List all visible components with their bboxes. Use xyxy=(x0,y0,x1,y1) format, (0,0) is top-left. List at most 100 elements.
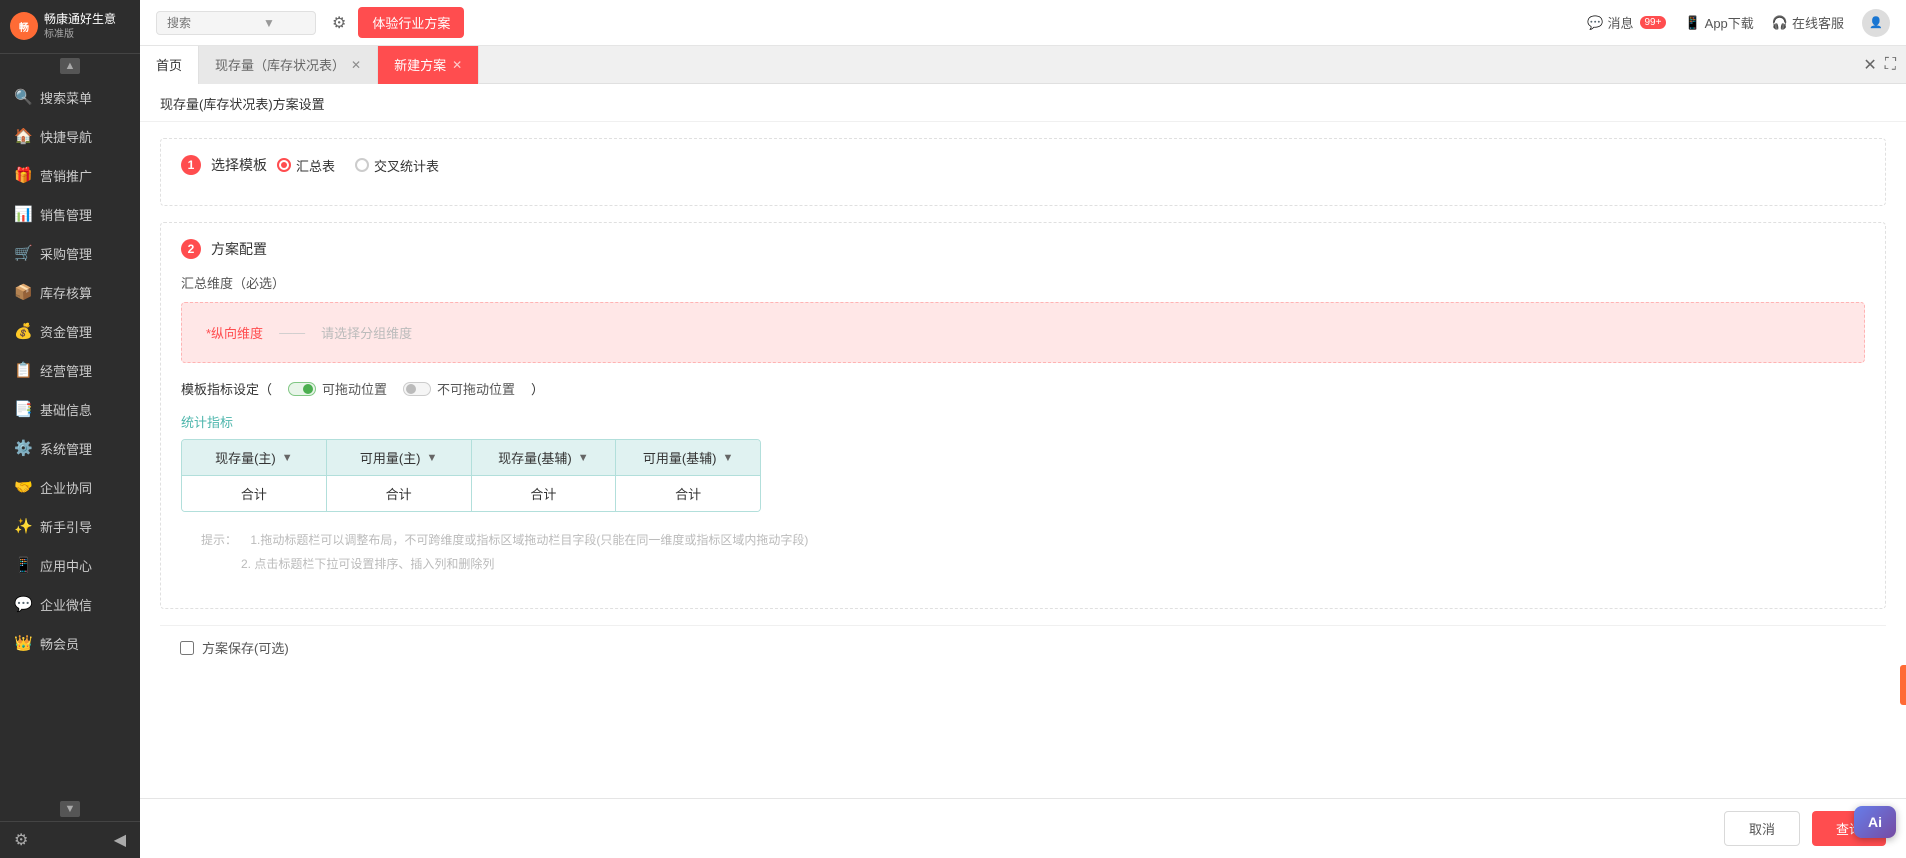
topbar-settings-icon[interactable]: ⚙ xyxy=(332,13,346,33)
step2-header: 2 方案配置 xyxy=(181,239,1865,259)
mobile-icon: 📱 xyxy=(14,556,32,574)
settings-icon[interactable]: ⚙ xyxy=(14,830,28,850)
stats-col-3[interactable]: 现存量(基辅) ▼ xyxy=(472,440,617,475)
chart-icon: 📊 xyxy=(14,205,32,223)
step1-label: 选择模板 xyxy=(211,155,267,175)
app-name: 畅康通好生意 标准版 xyxy=(44,12,116,41)
sidebar-item-operation[interactable]: 📋 经营管理 xyxy=(0,351,140,390)
dimension-row: *纵向维度 —— 请选择分组维度 xyxy=(206,323,1840,342)
sidebar-item-search[interactable]: 🔍 搜索菜单 xyxy=(0,78,140,117)
save-checkbox[interactable] xyxy=(180,641,194,655)
sidebar-scroll-up-btn[interactable]: ▲ xyxy=(60,58,80,74)
messages-item[interactable]: 💬 消息 99+ xyxy=(1587,13,1666,32)
sidebar-item-finance[interactable]: 💰 资金管理 xyxy=(0,312,140,351)
dimension-dash: —— xyxy=(279,325,305,340)
stats-cell-1-2: 合计 xyxy=(327,476,472,511)
sidebar-item-system[interactable]: ⚙️ 系统管理 xyxy=(0,429,140,468)
sidebar-item-agreement-label: 企业协同 xyxy=(40,478,92,497)
draggable-label: 可拖动位置 xyxy=(322,379,387,398)
tips-section: 提示： 1.拖动标题栏可以调整布局，不可跨维度或指标区域拖动栏目字段(只能在同一… xyxy=(181,512,1865,592)
app-logo-icon: 畅 xyxy=(10,12,38,40)
message-icon: 💬 xyxy=(1587,15,1603,31)
stats-col-4-label: 可用量(基辅) xyxy=(643,448,717,467)
tab-new-scheme[interactable]: 新建方案 ✕ xyxy=(378,46,479,84)
stats-col-3-dropdown-icon[interactable]: ▼ xyxy=(578,452,589,464)
toggle-group: 模板指标设定（ 可拖动位置 不可拖动位置 xyxy=(181,379,1865,398)
online-service-label: 在线客服 xyxy=(1792,13,1844,32)
sidebar-item-marketing[interactable]: 🎁 营销推广 xyxy=(0,156,140,195)
sidebar-scroll-down-area: ▼ xyxy=(0,797,140,821)
online-service-item[interactable]: 🎧 在线客服 xyxy=(1772,13,1844,32)
sidebar-scroll-down-btn[interactable]: ▼ xyxy=(60,801,80,817)
topbar-right: 💬 消息 99+ 📱 App下载 🎧 在线客服 👤 xyxy=(1587,9,1890,37)
stats-cell-1-4: 合计 xyxy=(616,476,760,511)
box-icon: 📦 xyxy=(14,283,32,301)
ai-float-button[interactable]: Ai xyxy=(1854,806,1896,838)
tab-new-scheme-close-icon[interactable]: ✕ xyxy=(452,58,462,72)
tab-home[interactable]: 首页 xyxy=(140,46,199,84)
user-avatar[interactable]: 👤 xyxy=(1862,9,1890,37)
tip-2: 2. 点击标题栏下拉可设置排序、插入列和删除列 xyxy=(201,552,1845,576)
sidebar-item-search-label: 搜索菜单 xyxy=(40,88,92,107)
draggable-toggle[interactable]: 可拖动位置 xyxy=(288,379,387,398)
sidebar-item-quick-nav[interactable]: 🏠 快捷导航 xyxy=(0,117,140,156)
step2-label: 方案配置 xyxy=(211,239,267,259)
sidebar-item-agreement[interactable]: 🤝 企业协同 xyxy=(0,468,140,507)
indicators-container: 模板指标设定（ 可拖动位置 不可拖动位置 xyxy=(181,379,1865,512)
resize-handle[interactable] xyxy=(1900,665,1906,705)
tabbar: 首页 现存量（库存状况表） ✕ 新建方案 ✕ ✕ ⛶ xyxy=(140,46,1906,84)
collapse-icon[interactable]: ◀ xyxy=(114,830,126,850)
cart-icon: 🛒 xyxy=(14,244,32,262)
search-dropdown-icon[interactable]: ▼ xyxy=(263,16,275,30)
cancel-button[interactable]: 取消 xyxy=(1724,811,1800,846)
sidebar-item-purchase[interactable]: 🛒 采购管理 xyxy=(0,234,140,273)
sidebar-logo: 畅 畅康通好生意 标准版 xyxy=(0,0,140,54)
sidebar-item-purchase-label: 采购管理 xyxy=(40,244,92,263)
sidebar-item-wechat-label: 企业微信 xyxy=(40,595,92,614)
stats-cell-1-1: 合计 xyxy=(182,476,327,511)
sidebar-item-member[interactable]: 👑 畅会员 xyxy=(0,624,140,663)
sidebar-item-inventory[interactable]: 📦 库存核算 xyxy=(0,273,140,312)
sidebar-item-guide[interactable]: ✨ 新手引导 xyxy=(0,507,140,546)
stats-col-2-dropdown-icon[interactable]: ▼ xyxy=(427,452,438,464)
stats-col-4-dropdown-icon[interactable]: ▼ xyxy=(723,452,734,464)
radio-summary[interactable]: 汇总表 xyxy=(277,156,335,175)
stats-col-1-dropdown-icon[interactable]: ▼ xyxy=(282,452,293,464)
trial-btn[interactable]: 体验行业方案 xyxy=(358,7,464,38)
sidebar-item-app-center-label: 应用中心 xyxy=(40,556,92,575)
tab-expand-icon[interactable]: ⛶ xyxy=(1885,56,1896,74)
radio-cross-label: 交叉统计表 xyxy=(374,156,439,175)
sidebar-item-wechat[interactable]: 💬 企业微信 xyxy=(0,585,140,624)
step1-number: 1 xyxy=(181,155,201,175)
stats-col-4[interactable]: 可用量(基辅) ▼ xyxy=(616,440,760,475)
tip-1: 1.拖动标题栏可以调整布局，不可跨维度或指标区域拖动栏目字段(只能在同一维度或指… xyxy=(250,533,808,547)
chat-icon: 💬 xyxy=(14,595,32,613)
sidebar-bottom: ⚙ ◀ xyxy=(0,821,140,858)
tab-inventory-status[interactable]: 现存量（库存状况表） ✕ xyxy=(199,46,378,84)
tab-close-all-icon[interactable]: ✕ xyxy=(1863,55,1876,75)
radio-cross[interactable]: 交叉统计表 xyxy=(355,156,439,175)
step1-block: 1 选择模板 汇总表 交叉统计表 xyxy=(160,138,1886,206)
dimension-title: 汇总维度（必选） xyxy=(181,273,1865,292)
sidebar-item-guide-label: 新手引导 xyxy=(40,517,92,536)
search-box[interactable]: ▼ xyxy=(156,11,316,35)
dimension-area[interactable]: *纵向维度 —— 请选择分组维度 xyxy=(181,302,1865,363)
stats-col-2[interactable]: 可用量(主) ▼ xyxy=(327,440,472,475)
messages-badge: 99+ xyxy=(1640,16,1667,29)
search-input[interactable] xyxy=(167,16,257,30)
home-icon: 🏠 xyxy=(14,127,32,145)
stats-col-3-label: 现存量(基辅) xyxy=(498,448,572,467)
sidebar-item-basic-info[interactable]: 📑 基础信息 xyxy=(0,390,140,429)
tab-inventory-close-icon[interactable]: ✕ xyxy=(351,58,361,72)
sidebar-item-app-center[interactable]: 📱 应用中心 xyxy=(0,546,140,585)
indicators-close-paren: ） xyxy=(531,379,544,398)
sidebar-item-sales[interactable]: 📊 销售管理 xyxy=(0,195,140,234)
stats-table: 现存量(主) ▼ 可用量(主) ▼ 现存量(基辅) ▼ xyxy=(181,439,761,512)
stats-col-1[interactable]: 现存量(主) ▼ xyxy=(182,440,327,475)
app-download-item[interactable]: 📱 App下载 xyxy=(1684,13,1753,32)
tab-home-label: 首页 xyxy=(156,55,182,74)
sidebar-item-finance-label: 资金管理 xyxy=(40,322,92,341)
non-draggable-toggle[interactable]: 不可拖动位置 xyxy=(403,379,515,398)
sidebar-item-sales-label: 销售管理 xyxy=(40,205,92,224)
topbar: ▼ ⚙ 体验行业方案 💬 消息 99+ 📱 App下载 🎧 在线客服 👤 xyxy=(140,0,1906,46)
